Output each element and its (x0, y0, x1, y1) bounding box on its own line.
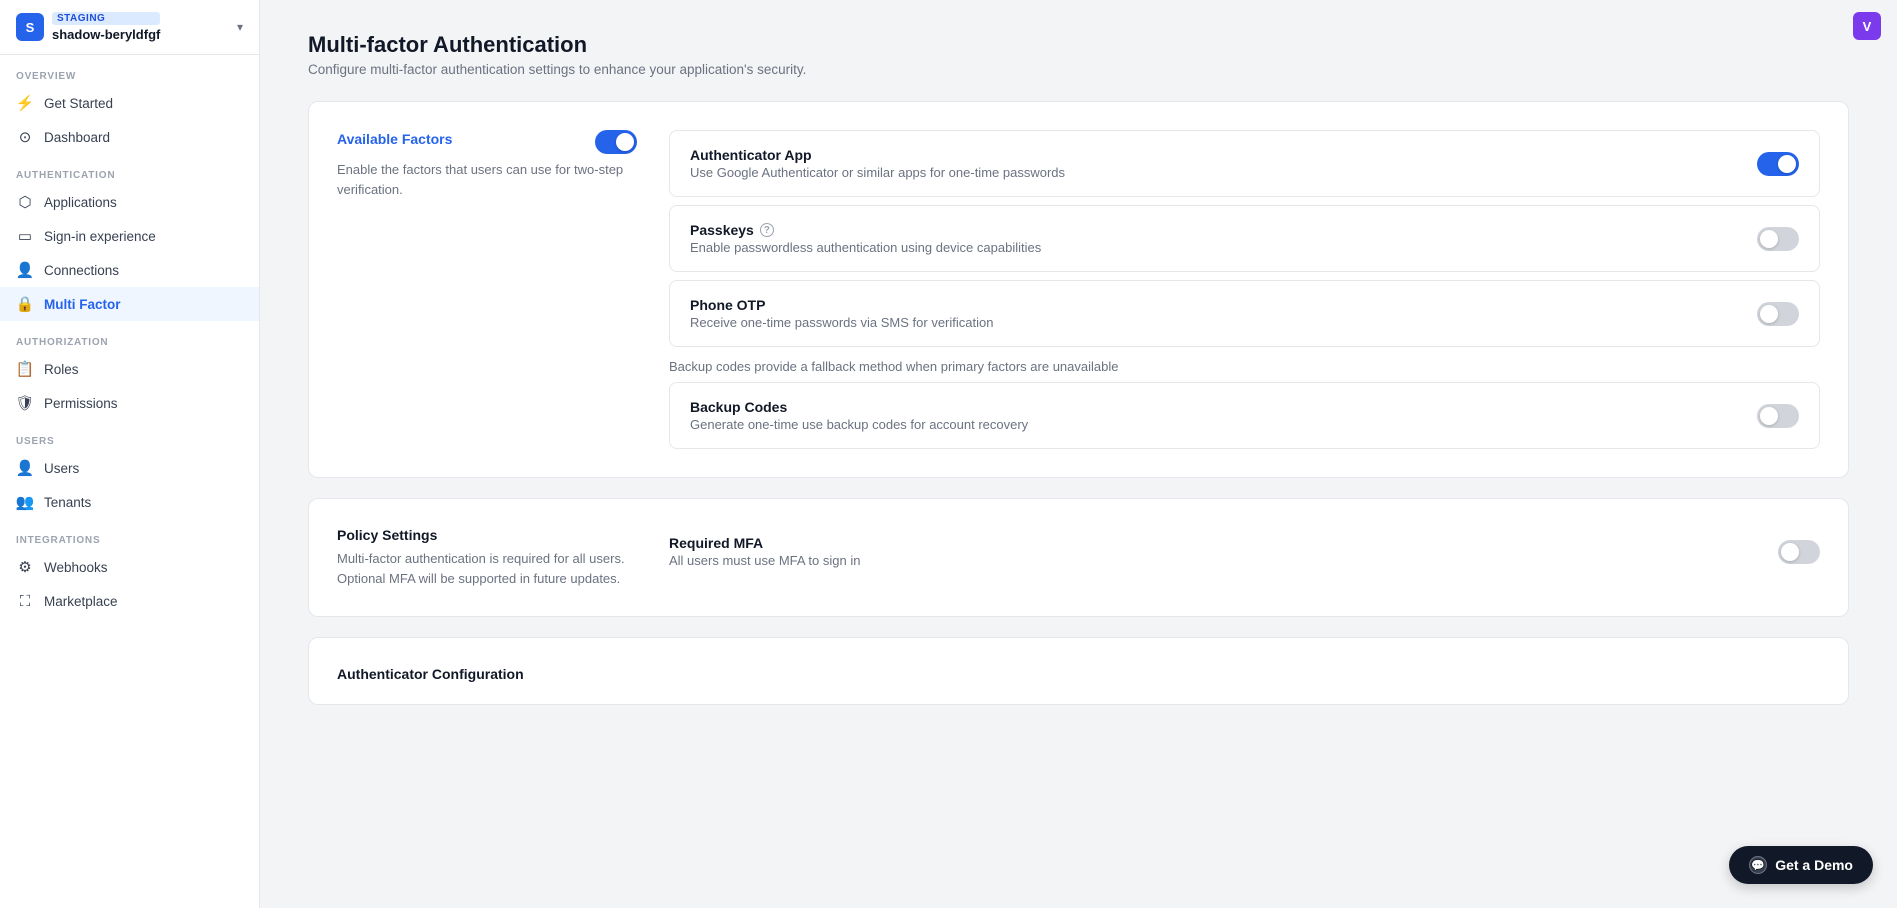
phone-otp-name: Phone OTP (690, 297, 993, 313)
chevron-down-icon: ▾ (237, 20, 243, 34)
factor-authenticator-app: Authenticator App Use Google Authenticat… (669, 130, 1820, 197)
applications-icon: ⬡ (16, 193, 34, 211)
sidebar-item-get-started[interactable]: ⚡ Get Started (0, 86, 259, 120)
sidebar-item-multi-factor[interactable]: 🔒 Multi Factor (0, 287, 259, 321)
dashboard-icon: ⊙ (16, 128, 34, 146)
authenticator-config-title: Authenticator Configuration (337, 666, 1820, 682)
factor-backup-codes: Backup Codes Generate one-time use backu… (669, 382, 1820, 449)
authenticator-app-toggle[interactable] (1757, 152, 1799, 176)
main-content: Multi-factor Authentication Configure mu… (260, 0, 1897, 908)
staging-badge: STAGING (52, 12, 160, 25)
page-title: Multi-factor Authentication (308, 32, 1849, 58)
demo-chat-icon: 💬 (1749, 856, 1767, 874)
org-avatar: S (16, 13, 44, 41)
integrations-section-label: INTEGRATIONS (0, 519, 259, 550)
webhooks-icon: ⚙ (16, 558, 34, 576)
org-name: shadow-beryldfgf (52, 27, 160, 42)
required-mfa-slider (1778, 540, 1820, 564)
policy-settings-title: Policy Settings (337, 527, 637, 543)
authenticator-app-slider (1757, 152, 1799, 176)
factor-phone-otp: Phone OTP Receive one-time passwords via… (669, 280, 1820, 347)
phone-otp-desc: Receive one-time passwords via SMS for v… (690, 315, 993, 330)
sidebar-header[interactable]: S STAGING shadow-beryldfgf ▾ (0, 0, 259, 55)
roles-icon: 📋 (16, 360, 34, 378)
passkeys-name: Passkeys ? (690, 222, 1041, 238)
backup-codes-note: Backup codes provide a fallback method w… (669, 355, 1820, 374)
phone-otp-slider (1757, 302, 1799, 326)
connections-icon: 👤 (16, 261, 34, 279)
sidebar-item-users[interactable]: 👤 Users (0, 451, 259, 485)
policy-settings-card: Policy Settings Multi-factor authenticat… (308, 498, 1849, 617)
available-factors-master-slider (595, 130, 637, 154)
available-factors-label-section: Available Factors Enable the factors tha… (337, 130, 637, 199)
backup-codes-toggle[interactable] (1757, 404, 1799, 428)
users-section-label: USERS (0, 420, 259, 451)
factor-list: Authenticator App Use Google Authenticat… (669, 130, 1820, 449)
policy-settings-desc: Multi-factor authentication is required … (337, 549, 637, 588)
sidebar-item-dashboard[interactable]: ⊙ Dashboard (0, 120, 259, 154)
available-factors-card: Available Factors Enable the factors tha… (308, 101, 1849, 478)
permissions-icon: 🛡 (16, 394, 34, 412)
authorization-section-label: AUTHORIZATION (0, 321, 259, 352)
lock-icon: 🔒 (16, 295, 34, 313)
available-factors-title: Available Factors (337, 131, 452, 147)
passkeys-slider (1757, 227, 1799, 251)
sidebar: S STAGING shadow-beryldfgf ▾ OVERVIEW ⚡ … (0, 0, 260, 908)
bolt-icon: ⚡ (16, 94, 34, 112)
sidebar-item-sign-in-experience[interactable]: ▭ Sign-in experience (0, 219, 259, 253)
get-demo-button[interactable]: 💬 Get a Demo (1729, 846, 1873, 884)
available-factors-desc: Enable the factors that users can use fo… (337, 160, 637, 199)
sidebar-item-tenants[interactable]: 👥 Tenants (0, 485, 259, 519)
passkeys-desc: Enable passwordless authentication using… (690, 240, 1041, 255)
authenticator-app-desc: Use Google Authenticator or similar apps… (690, 165, 1065, 180)
factor-passkeys: Passkeys ? Enable passwordless authentic… (669, 205, 1820, 272)
tenants-icon: 👥 (16, 493, 34, 511)
page-subtitle: Configure multi-factor authentication se… (308, 62, 1849, 77)
phone-otp-toggle[interactable] (1757, 302, 1799, 326)
passkeys-help-icon[interactable]: ? (760, 223, 774, 237)
policy-settings-content: Required MFA All users must use MFA to s… (669, 527, 1820, 576)
authenticator-config-card: Authenticator Configuration (308, 637, 1849, 705)
required-mfa-desc: All users must use MFA to sign in (669, 553, 860, 568)
required-mfa-name: Required MFA (669, 535, 860, 551)
required-mfa-row: Required MFA All users must use MFA to s… (669, 527, 1820, 576)
required-mfa-toggle[interactable] (1778, 540, 1820, 564)
sign-in-icon: ▭ (16, 227, 34, 245)
authenticator-app-name: Authenticator App (690, 147, 1065, 163)
backup-codes-name: Backup Codes (690, 399, 1028, 415)
sidebar-item-applications[interactable]: ⬡ Applications (0, 185, 259, 219)
sidebar-item-webhooks[interactable]: ⚙ Webhooks (0, 550, 259, 584)
policy-settings-label-section: Policy Settings Multi-factor authenticat… (337, 527, 637, 588)
user-icon: 👤 (16, 459, 34, 477)
sidebar-item-marketplace[interactable]: ⛶ Marketplace (0, 584, 259, 618)
sidebar-item-connections[interactable]: 👤 Connections (0, 253, 259, 287)
org-info: STAGING shadow-beryldfgf (52, 12, 160, 42)
sidebar-item-roles[interactable]: 📋 Roles (0, 352, 259, 386)
passkeys-toggle[interactable] (1757, 227, 1799, 251)
backup-codes-desc: Generate one-time use backup codes for a… (690, 417, 1028, 432)
available-factors-master-toggle[interactable] (595, 130, 637, 154)
marketplace-icon: ⛶ (16, 592, 34, 610)
overview-section-label: OVERVIEW (0, 55, 259, 86)
sidebar-item-permissions[interactable]: 🛡 Permissions (0, 386, 259, 420)
authentication-section-label: AUTHENTICATION (0, 154, 259, 185)
backup-codes-slider (1757, 404, 1799, 428)
